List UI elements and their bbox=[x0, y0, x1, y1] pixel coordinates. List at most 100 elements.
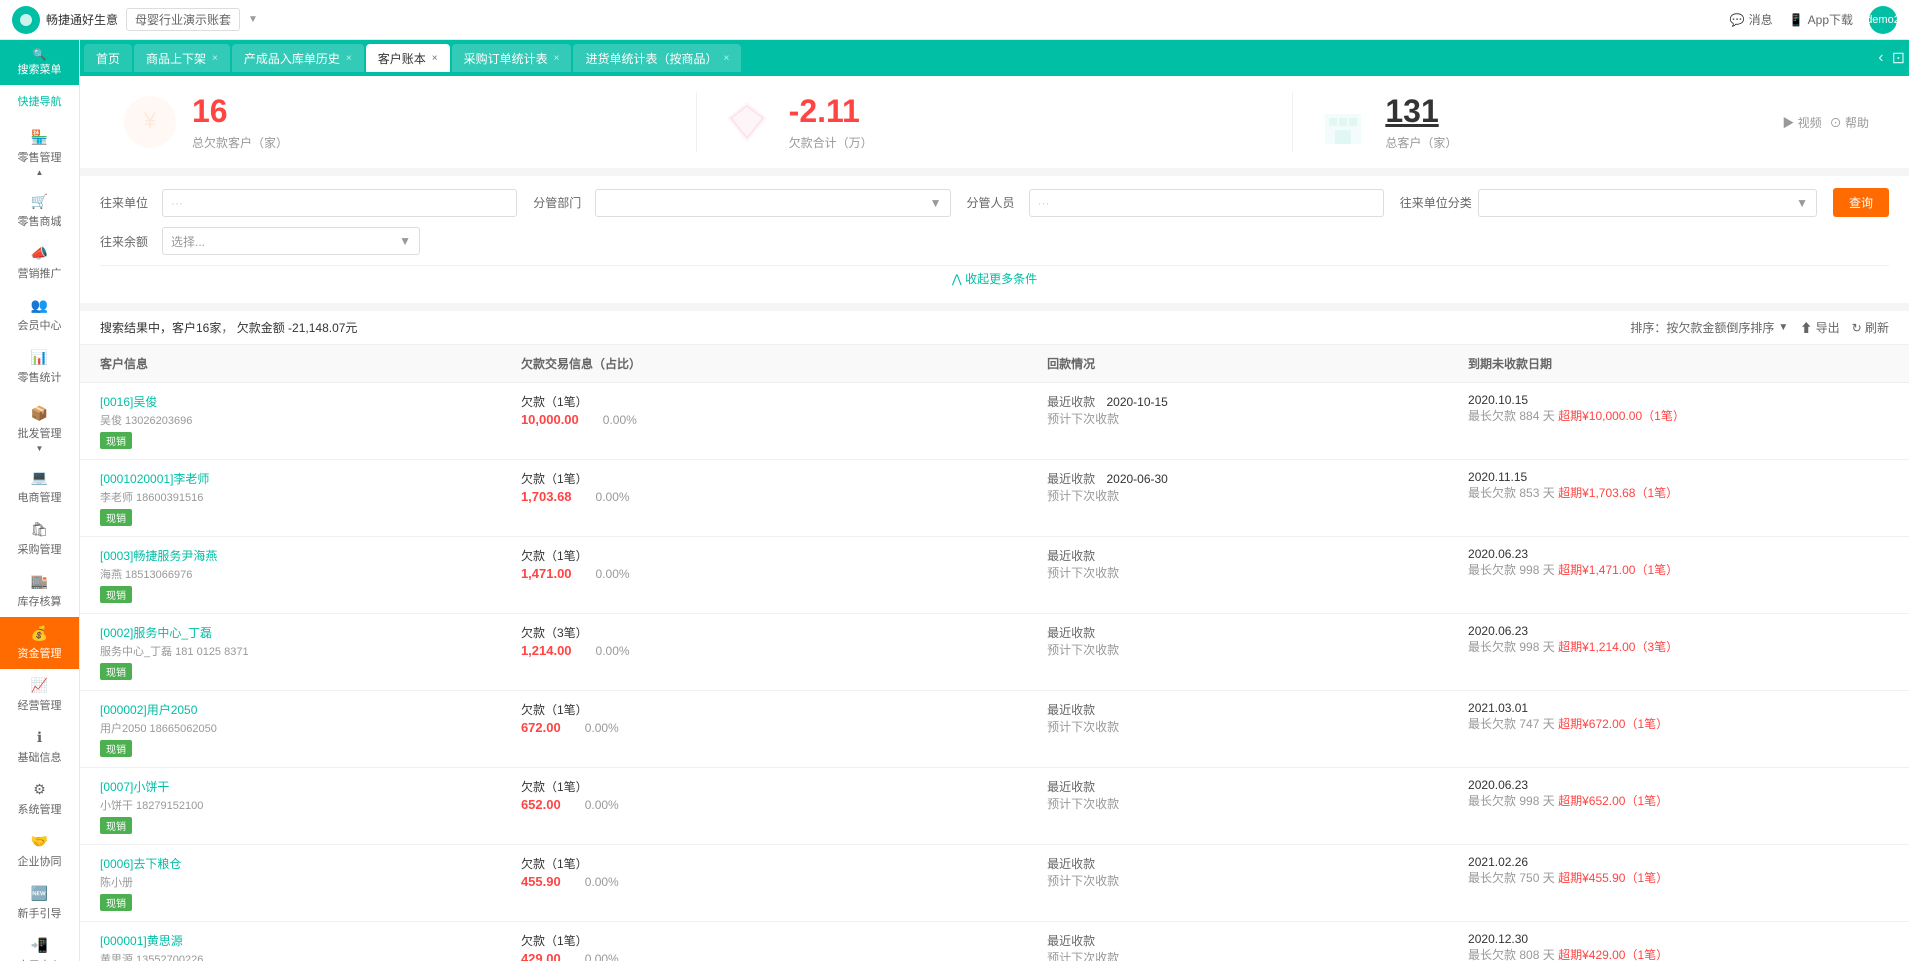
help-btn[interactable]: ⊙ 帮助 bbox=[1830, 114, 1869, 131]
overdue-link-6[interactable]: 超期¥455.90（1笔） bbox=[1558, 871, 1668, 885]
overdue-link-5[interactable]: 超期¥652.00（1笔） bbox=[1558, 794, 1668, 808]
sidebar-item-enterprise[interactable]: 🤝 企业协同 bbox=[0, 825, 79, 877]
debt-amount-3: 1,214.00 bbox=[521, 643, 572, 658]
page-content: ¥ 16 总欠款客户（家） bbox=[80, 76, 1909, 961]
source-unit-input[interactable]: ··· bbox=[162, 189, 517, 217]
export-btn[interactable]: ⬆ 导出 bbox=[1800, 319, 1839, 336]
collapse-btn[interactable]: ⋀ 收起更多条件 bbox=[100, 265, 1889, 291]
sidebar-item-operations[interactable]: 📈 经营管理 bbox=[0, 669, 79, 721]
tab-next-btn[interactable]: ⊡ bbox=[1892, 48, 1905, 68]
customer-name-5[interactable]: [0007]小饼干 bbox=[100, 778, 521, 795]
sidebar-item-inventory[interactable]: 🏬 库存核算 bbox=[0, 565, 79, 617]
overdue-link-0[interactable]: 超期¥10,000.00（1笔） bbox=[1558, 409, 1685, 423]
tab-close-customer-account[interactable]: × bbox=[432, 53, 438, 64]
overdue-info-3: 最长欠款 998 天 超期¥1,214.00（3笔） bbox=[1468, 638, 1889, 655]
table-row-7: [000001]黄思源 黄思源 13552700226 现销 欠款（1笔） 42… bbox=[80, 922, 1909, 961]
overdue-link-3[interactable]: 超期¥1,214.00（3笔） bbox=[1558, 640, 1678, 654]
building-icon bbox=[1313, 92, 1373, 152]
sort-selector[interactable]: 排序：按欠款金额倒序排序 ▼ bbox=[1630, 319, 1788, 336]
debt-count-7: 欠款（1笔） bbox=[521, 932, 1047, 949]
message-btn[interactable]: 💬 消息 bbox=[1730, 11, 1773, 28]
overdue-link-2[interactable]: 超期¥1,471.00（1笔） bbox=[1558, 563, 1678, 577]
sidebar-item-member[interactable]: 👥 会员中心 bbox=[0, 289, 79, 341]
customer-name-3[interactable]: [0002]服务中心_丁磊 bbox=[100, 624, 521, 641]
video-btn[interactable]: ▶ 视频 bbox=[1782, 114, 1821, 131]
person-input[interactable]: ··· bbox=[1029, 189, 1384, 217]
sidebar-item-ecommerce[interactable]: 💻 电商管理 bbox=[0, 461, 79, 513]
app-download-btn[interactable]: 📱 App下载 bbox=[1789, 11, 1853, 28]
customer-name-2[interactable]: [0003]畅捷服务尹海燕 bbox=[100, 547, 521, 564]
debt-info-1: 欠款（1笔） 1,703.68 0.00% bbox=[521, 470, 1047, 504]
debt-row-1: 1,703.68 0.00% bbox=[521, 489, 1047, 504]
table-row: [0002]服务中心_丁磊 服务中心_丁磊 181 0125 8371 现销 欠… bbox=[80, 614, 1909, 691]
table-row-6: [0006]去下粮仓 陈小册 现销 欠款（1笔） 455.90 0.00% bbox=[80, 845, 1909, 921]
date-info-1: 2020.11.15 最长欠款 853 天 超期¥1,703.68（1笔） bbox=[1468, 470, 1889, 501]
sidebar-item-retail-mall[interactable]: 🛒 零售商城 bbox=[0, 185, 79, 237]
tab-production-history[interactable]: 产成品入库单历史 × bbox=[232, 44, 364, 72]
person-label: 分管人员 bbox=[967, 194, 1023, 211]
sidebar-search[interactable]: 🔍 搜索菜单 bbox=[0, 40, 79, 85]
debt-percent-2: 0.00% bbox=[596, 567, 630, 581]
store-dropdown-icon[interactable]: ▼ bbox=[248, 14, 258, 25]
debt-info-3: 欠款（3笔） 1,214.00 0.00% bbox=[521, 624, 1047, 658]
logo-text: 畅捷通好生意 bbox=[46, 11, 118, 28]
overdue-info-0: 最长欠款 884 天 超期¥10,000.00（1笔） bbox=[1468, 407, 1889, 424]
debt-info-2: 欠款（1笔） 1,471.00 0.00% bbox=[521, 547, 1047, 581]
customer-info-7: [000001]黄思源 黄思源 13552700226 现销 bbox=[100, 932, 521, 961]
balance-input[interactable]: 选择... ▼ bbox=[162, 227, 420, 255]
filter-category: 往来单位分类 ▼ bbox=[1400, 189, 1817, 217]
tab-close-purchase-order-stat[interactable]: × bbox=[554, 53, 560, 64]
table-wrap: 客户信息 欠款交易信息（占比） 回款情况 到期未收款日期 [0016]吴俊 吴俊… bbox=[80, 345, 1909, 961]
tab-home[interactable]: 首页 bbox=[84, 44, 132, 72]
store-name[interactable]: 母婴行业演示账套 bbox=[126, 8, 240, 31]
sidebar-item-purchase[interactable]: 🛍 采购管理 bbox=[0, 513, 79, 565]
balance-label: 往来余额 bbox=[100, 233, 156, 250]
sidebar-item-basic-info[interactable]: ℹ 基础信息 bbox=[0, 721, 79, 773]
overdue-link-7[interactable]: 超期¥429.00（1笔） bbox=[1558, 948, 1668, 961]
sidebar-item-system[interactable]: ⚙ 系统管理 bbox=[0, 773, 79, 825]
overdue-link-4[interactable]: 超期¥672.00（1笔） bbox=[1558, 717, 1668, 731]
customer-name-4[interactable]: [000002]用户2050 bbox=[100, 701, 521, 718]
tab-purchase-stat-product[interactable]: 进货单统计表（按商品） × bbox=[573, 44, 741, 72]
sidebar-item-retail-mgmt[interactable]: 🏪 零售管理 ▲ bbox=[0, 121, 79, 185]
customer-name-0[interactable]: [0016]吴俊 bbox=[100, 393, 521, 410]
sidebar-item-finance[interactable]: 💰 资金管理 bbox=[0, 617, 79, 669]
customer-name-6[interactable]: [0006]去下粮仓 bbox=[100, 855, 521, 872]
user-avatar[interactable]: demo2 bbox=[1869, 6, 1897, 34]
tab-prev-btn[interactable]: ‹ bbox=[1878, 49, 1883, 67]
tab-goods-status[interactable]: 商品上下架 × bbox=[134, 44, 230, 72]
debt-percent-1: 0.00% bbox=[596, 490, 630, 504]
customer-name-7[interactable]: [000001]黄思源 bbox=[100, 932, 521, 949]
tab-close-goods-status[interactable]: × bbox=[212, 53, 218, 64]
arrow-icon: ▲ bbox=[36, 168, 44, 177]
sidebar-item-guide[interactable]: 🆕 新手引导 bbox=[0, 877, 79, 929]
customer-name-1[interactable]: [0001020001]李老师 bbox=[100, 470, 521, 487]
sidebar-item-batch-mgmt[interactable]: 📦 批发管理 ▼ bbox=[0, 397, 79, 461]
filter-person: 分管人员 ··· bbox=[967, 189, 1384, 217]
return-last-7: 最近收款 bbox=[1047, 932, 1468, 949]
date-info-7: 2020.12.30 最长欠款 808 天 超期¥429.00（1笔） bbox=[1468, 932, 1889, 961]
quick-nav[interactable]: 快捷导航 bbox=[0, 85, 79, 117]
logo-area: 畅捷通好生意 bbox=[12, 6, 118, 34]
debt-amount-label: 欠款合计（万） bbox=[789, 134, 873, 151]
customer-info-0: [0016]吴俊 吴俊 13026203696 现销 bbox=[100, 393, 521, 449]
dept-input[interactable]: ▼ bbox=[595, 189, 950, 217]
sidebar-item-app-center[interactable]: 📲 应用中心 bbox=[0, 929, 79, 961]
sidebar-item-retail-stat[interactable]: 📊 零售统计 bbox=[0, 341, 79, 393]
due-date-5: 2020.06.23 bbox=[1468, 778, 1889, 792]
sidebar-item-marketing[interactable]: 📣 营销推广 bbox=[0, 237, 79, 289]
return-last-3: 最近收款 bbox=[1047, 624, 1468, 641]
tab-close-purchase-stat-product[interactable]: × bbox=[723, 53, 729, 64]
return-next-5: 预计下次收款 bbox=[1047, 795, 1468, 812]
tab-purchase-order-stat[interactable]: 采购订单统计表 × bbox=[452, 44, 572, 72]
overdue-link-1[interactable]: 超期¥1,703.68（1笔） bbox=[1558, 486, 1678, 500]
return-next-7: 预计下次收款 bbox=[1047, 949, 1468, 961]
refresh-btn[interactable]: ↻ 刷新 bbox=[1852, 319, 1889, 336]
debt-amount-4: 672.00 bbox=[521, 720, 561, 735]
search-button[interactable]: 查询 bbox=[1833, 188, 1889, 217]
category-input[interactable]: ▼ bbox=[1478, 189, 1817, 217]
tab-close-production-history[interactable]: × bbox=[346, 53, 352, 64]
tab-customer-account[interactable]: 客户账本 × bbox=[366, 44, 450, 72]
debt-percent-0: 0.00% bbox=[603, 413, 637, 427]
return-info-5: 最近收款 预计下次收款 bbox=[1047, 778, 1468, 812]
